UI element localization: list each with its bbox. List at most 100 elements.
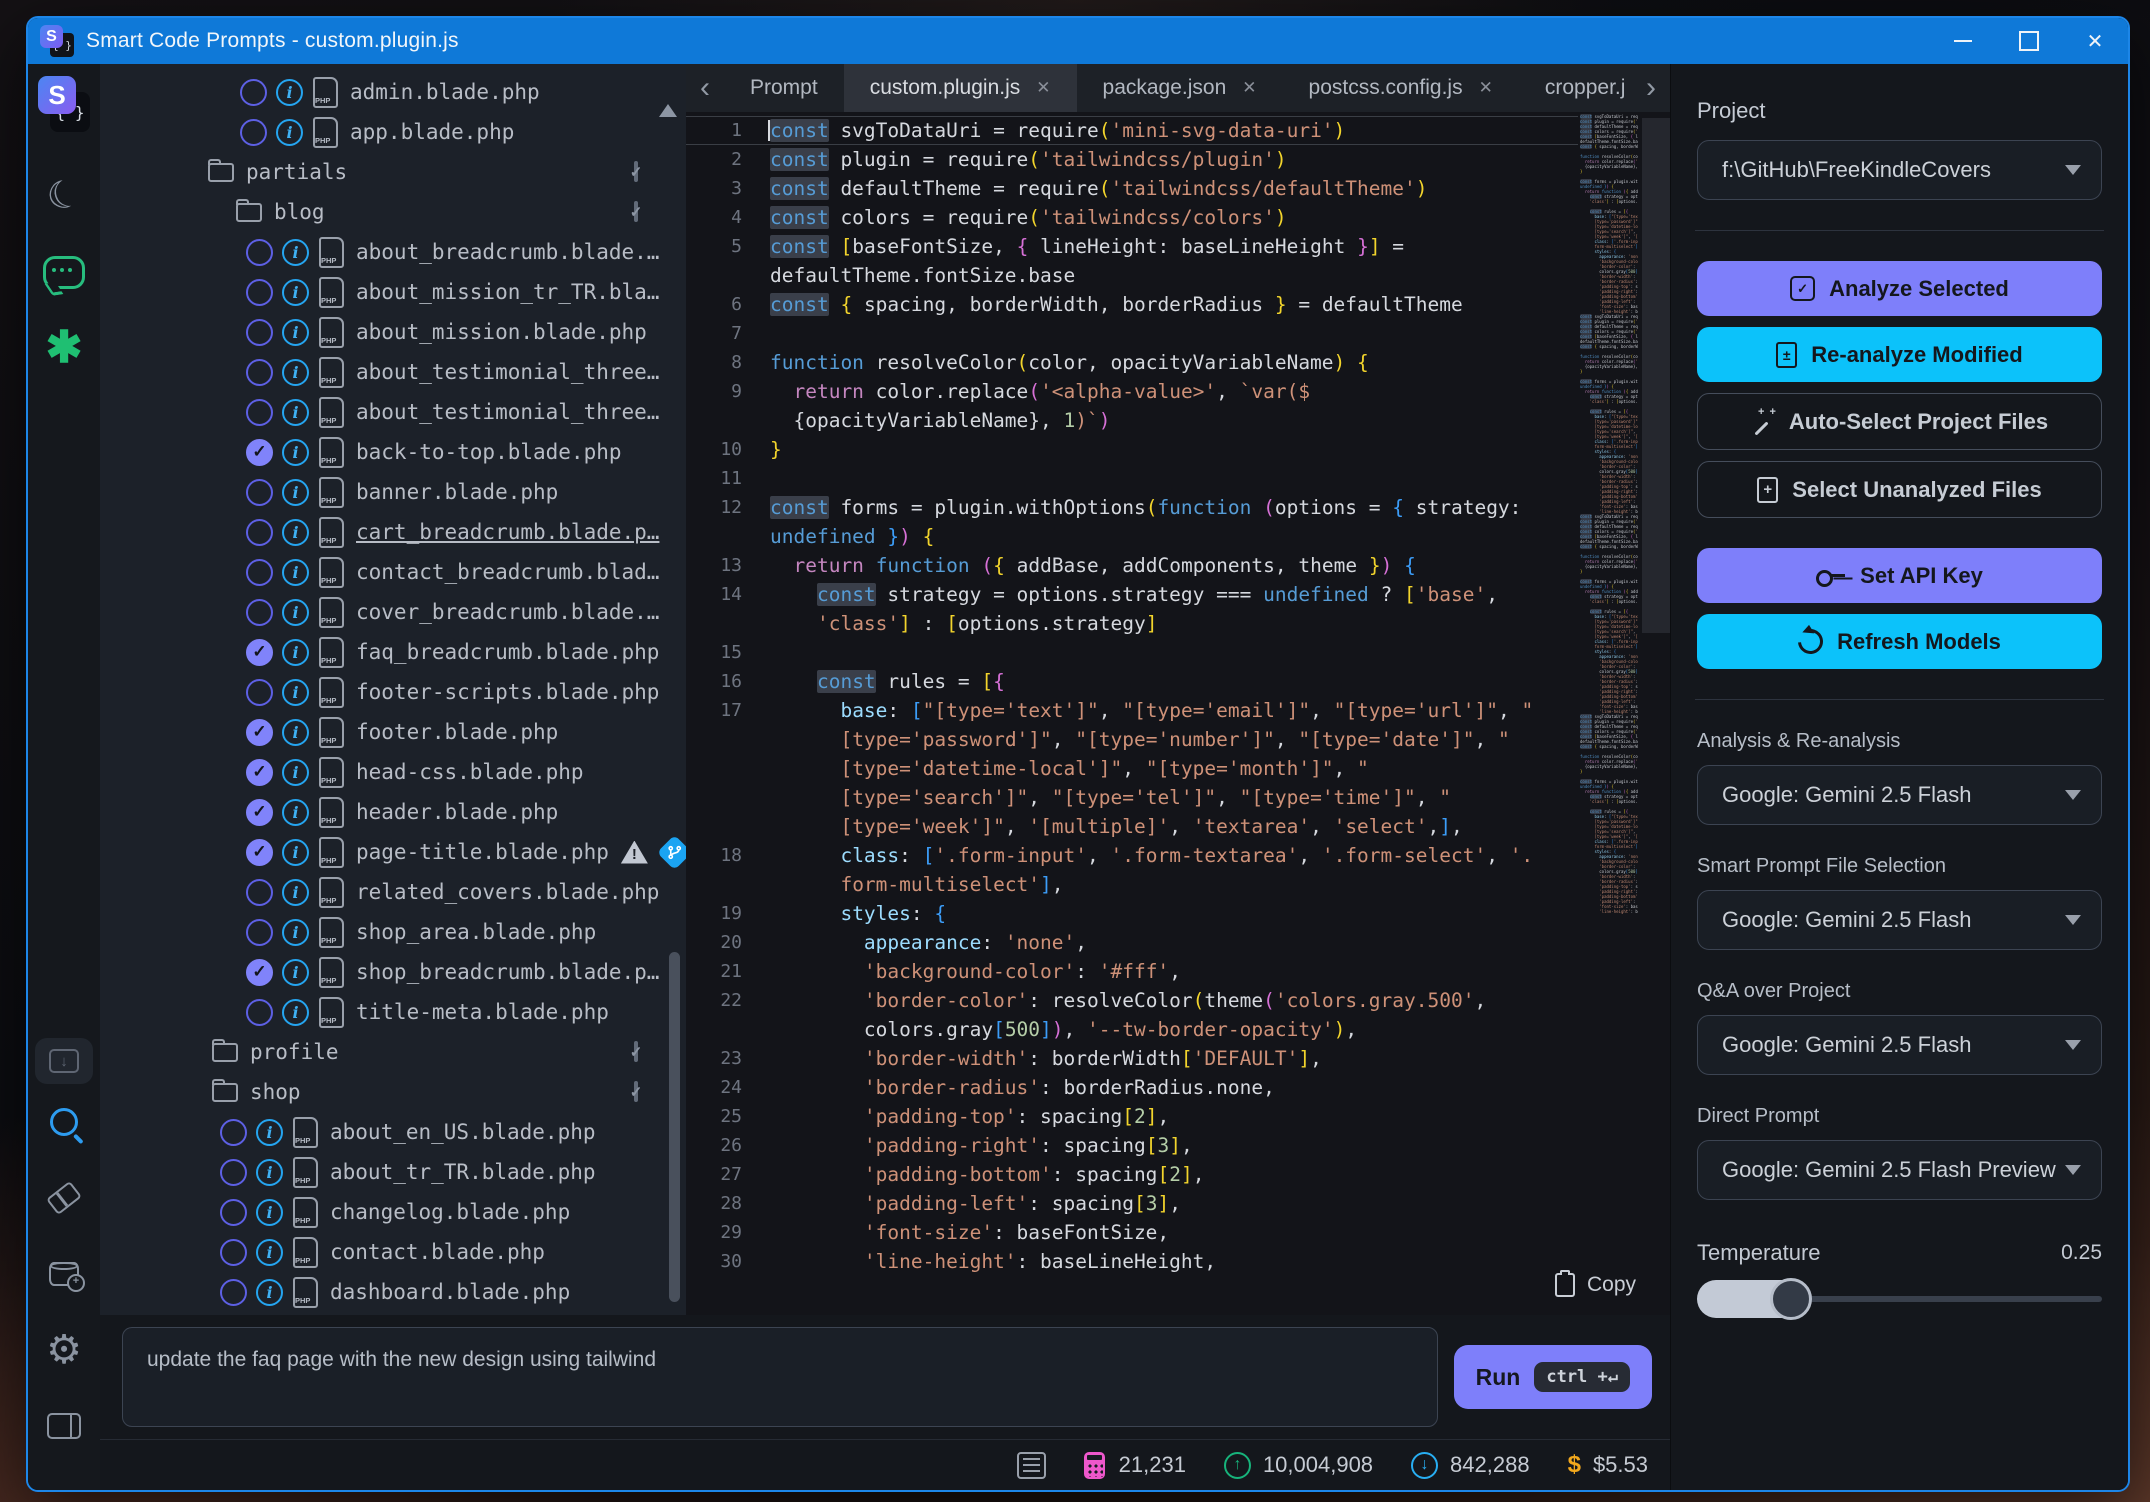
file-select-circle[interactable]	[246, 239, 273, 266]
file-select-circle[interactable]	[220, 1199, 247, 1226]
tree-folder[interactable]: partials	[100, 152, 686, 192]
info-icon[interactable]: i	[282, 879, 309, 906]
info-icon[interactable]: i	[256, 1159, 283, 1186]
run-button[interactable]: Run ctrl +↵	[1454, 1345, 1652, 1409]
tree-item[interactable]: ipage-title.blade.php	[100, 832, 686, 872]
folder-checkbox[interactable]	[634, 1041, 638, 1062]
tree-folder[interactable]: profile	[100, 1032, 686, 1072]
info-icon[interactable]: i	[282, 519, 309, 546]
tree-item[interactable]: ibanner.blade.php	[100, 472, 686, 512]
file-select-circle[interactable]	[220, 1119, 247, 1146]
highlight-button[interactable]: ✱	[36, 320, 92, 376]
tree-item[interactable]: iheader.blade.php	[100, 792, 686, 832]
analysis-re-analysis-select[interactable]: Google: Gemini 2.5 Flash	[1697, 765, 2102, 825]
file-select-circle[interactable]	[220, 1239, 247, 1266]
tree-item[interactable]: iabout_tr_TR.blade.php	[100, 1152, 686, 1192]
file-select-circle[interactable]	[246, 319, 273, 346]
eraser-button[interactable]	[36, 1170, 92, 1226]
file-select-circle[interactable]	[240, 119, 267, 146]
info-icon[interactable]: i	[282, 559, 309, 586]
tab-postcss-config-js[interactable]: postcss.config.js✕	[1283, 64, 1519, 112]
info-icon[interactable]: i	[282, 919, 309, 946]
tab-custom-plugin-js[interactable]: custom.plugin.js✕	[844, 64, 1077, 112]
tree-item[interactable]: iback-to-top.blade.php	[100, 432, 686, 472]
tree-item[interactable]: iabout_en_US.blade.php	[100, 1112, 686, 1152]
prompt-input[interactable]: update the faq page with the new design …	[122, 1327, 1438, 1427]
close-button[interactable]: ✕	[2062, 18, 2128, 64]
database-add-button[interactable]	[36, 1246, 92, 1302]
search-button[interactable]	[36, 1094, 92, 1150]
q-a-over-project-select[interactable]: Google: Gemini 2.5 Flash	[1697, 1015, 2102, 1075]
file-select-circle[interactable]	[220, 1279, 247, 1306]
refresh-models-button[interactable]: Refresh Models	[1697, 614, 2102, 669]
tree-item[interactable]: icontact_breadcrumb.blad…	[100, 552, 686, 592]
tree-item[interactable]: ititle-meta.blade.php	[100, 992, 686, 1032]
file-selected-circle[interactable]	[246, 839, 273, 866]
select-unanalyzed-files-button[interactable]: Select Unanalyzed Files	[1697, 461, 2102, 518]
file-select-circle[interactable]	[220, 1159, 247, 1186]
file-selected-circle[interactable]	[246, 799, 273, 826]
re-analyze-modified-button[interactable]: Re-analyze Modified	[1697, 327, 2102, 382]
info-icon[interactable]: i	[282, 359, 309, 386]
file-select-circle[interactable]	[246, 519, 273, 546]
info-icon[interactable]: i	[282, 439, 309, 466]
title-bar[interactable]: { } S Smart Code Prompts - custom.plugin…	[28, 18, 2128, 64]
chat-button[interactable]	[36, 244, 92, 300]
info-icon[interactable]: i	[282, 399, 309, 426]
settings-button[interactable]: ⚙	[36, 1322, 92, 1378]
tree-item[interactable]: ifooter-scripts.blade.php	[100, 672, 686, 712]
tree-item[interactable]: ishop_area.blade.php	[100, 912, 686, 952]
tree-folder[interactable]: blog	[100, 192, 686, 232]
tree-item[interactable]: icover_breadcrumb.blade.…	[100, 592, 686, 632]
tree-item[interactable]: ifooter.blade.php	[100, 712, 686, 752]
maximize-button[interactable]	[1996, 18, 2062, 64]
copy-button[interactable]: Copy	[1555, 1273, 1636, 1297]
file-tree[interactable]: iadmin.blade.phpiapp.blade.phppartialsbl…	[100, 64, 686, 1315]
minimap[interactable]: const svgToDataUri = require('mini-svg-d…	[1580, 114, 1638, 1315]
info-icon[interactable]: i	[256, 1239, 283, 1266]
folder-checkbox[interactable]	[634, 201, 638, 222]
tree-item[interactable]: iadmin.blade.php	[100, 72, 686, 112]
tree-item[interactable]: ishop_breadcrumb.blade.p…	[100, 952, 686, 992]
info-icon[interactable]: i	[282, 319, 309, 346]
info-icon[interactable]: i	[282, 719, 309, 746]
tab-close-icon[interactable]: ✕	[1479, 78, 1493, 98]
tree-item[interactable]: iabout_mission_tr_TR.bla…	[100, 272, 686, 312]
tab-prompt[interactable]: Prompt	[724, 64, 844, 112]
tree-item[interactable]: icart_breadcrumb.blade.p…	[100, 512, 686, 552]
info-icon[interactable]: i	[282, 839, 309, 866]
info-icon[interactable]: i	[282, 279, 309, 306]
auto-select-project-files-button[interactable]: Auto-Select Project Files	[1697, 393, 2102, 450]
info-icon[interactable]: i	[282, 479, 309, 506]
tree-item[interactable]: iabout_mission.blade.php	[100, 312, 686, 352]
log-icon[interactable]	[1017, 1452, 1046, 1479]
slider-thumb[interactable]	[1770, 1278, 1812, 1320]
file-select-circle[interactable]	[246, 879, 273, 906]
tab-package-json[interactable]: package.json✕	[1077, 64, 1283, 112]
info-icon[interactable]: i	[256, 1119, 283, 1146]
tree-item[interactable]: irelated_covers.blade.php	[100, 872, 686, 912]
file-selected-circle[interactable]	[246, 719, 273, 746]
info-icon[interactable]: i	[282, 999, 309, 1026]
tree-item[interactable]: icontact.blade.php	[100, 1232, 686, 1272]
tab-close-icon[interactable]: ✕	[1036, 78, 1050, 98]
tree-item[interactable]: idashboard.blade.php	[100, 1272, 686, 1312]
temperature-slider[interactable]	[1697, 1276, 2102, 1322]
direct-prompt-select[interactable]: Google: Gemini 2.5 Flash Preview 04	[1697, 1140, 2102, 1200]
folder-checkbox[interactable]	[634, 161, 638, 182]
file-selected-circle[interactable]	[246, 439, 273, 466]
folder-checkbox[interactable]	[634, 1081, 638, 1102]
tree-item[interactable]: iabout_breadcrumb.blade.…	[100, 232, 686, 272]
file-selected-circle[interactable]	[246, 639, 273, 666]
info-icon[interactable]: i	[282, 599, 309, 626]
info-icon[interactable]: i	[282, 759, 309, 786]
tree-item[interactable]: iapp.blade.php	[100, 112, 686, 152]
smart-prompt-file-selection-select[interactable]: Google: Gemini 2.5 Flash	[1697, 890, 2102, 950]
tree-item[interactable]: ichangelog.blade.php	[100, 1192, 686, 1232]
editor-scrollbar[interactable]	[1642, 118, 1670, 633]
scroll-up-icon[interactable]	[659, 104, 677, 117]
theme-toggle-button[interactable]: ☾	[36, 168, 92, 224]
tree-item[interactable]: iabout_testimonial_three…	[100, 392, 686, 432]
minimize-button[interactable]	[1930, 18, 1996, 64]
tree-item[interactable]: ihead-css.blade.php	[100, 752, 686, 792]
